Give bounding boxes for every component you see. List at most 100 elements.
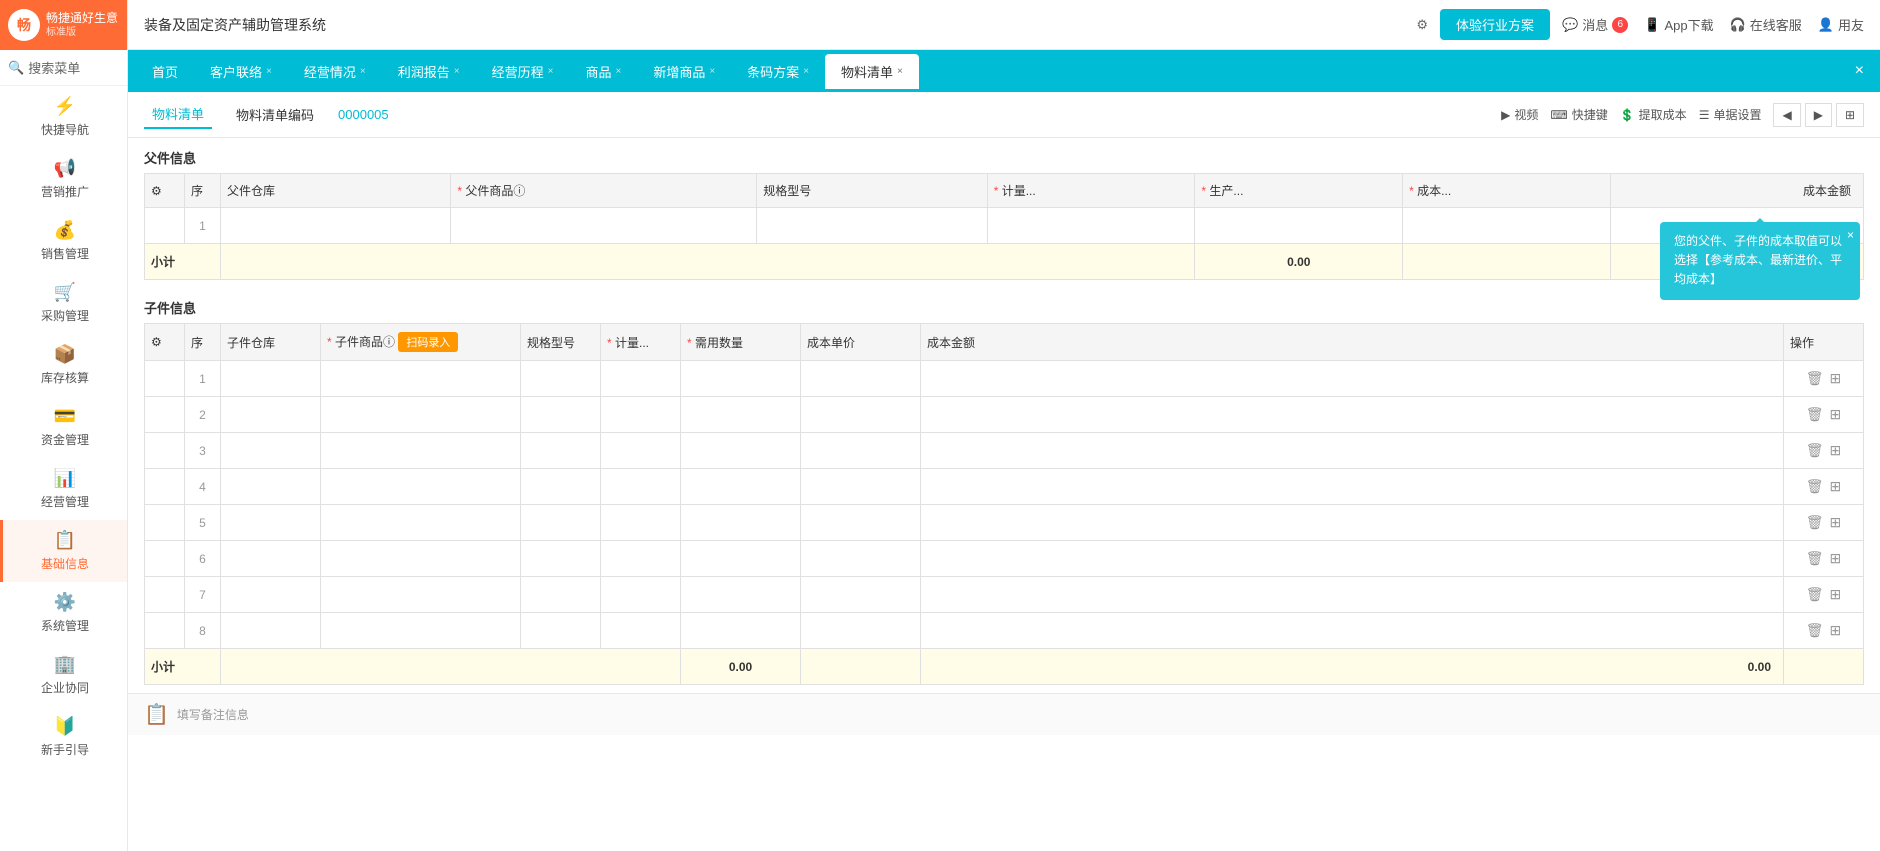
close-icon[interactable]: ×: [360, 66, 366, 77]
child-row1-warehouse[interactable]: [221, 361, 321, 397]
child-row6-goods[interactable]: [321, 541, 521, 577]
child-row6-warehouse[interactable]: [221, 541, 321, 577]
child-row6-spec[interactable]: [521, 541, 601, 577]
child-row4-unit[interactable]: [601, 469, 681, 505]
child-row3-warehouse[interactable]: [221, 433, 321, 469]
copy-icon[interactable]: ⊞: [1830, 622, 1842, 639]
tab-barcode[interactable]: 条码方案 ×: [731, 54, 825, 89]
tab-goods[interactable]: 商品 ×: [569, 54, 637, 89]
doc-settings-action[interactable]: ☰ 单据设置: [1699, 106, 1762, 123]
child-row5-spec[interactable]: [521, 505, 601, 541]
child-row8-unit-cost[interactable]: [801, 613, 921, 649]
delete-icon[interactable]: 🗑: [1806, 406, 1824, 423]
settings-icon[interactable]: ⚙: [1416, 17, 1428, 33]
delete-icon[interactable]: 🗑: [1806, 586, 1824, 603]
parent-row1-spec[interactable]: [757, 208, 987, 244]
sidebar-item-sales[interactable]: 💰 销售管理: [0, 210, 127, 272]
close-icon[interactable]: ×: [709, 66, 715, 77]
tab-history[interactable]: 经营历程 ×: [476, 54, 570, 89]
tooltip-close-btn[interactable]: ×: [1847, 226, 1854, 245]
copy-icon[interactable]: ⊞: [1830, 442, 1842, 459]
sidebar-item-finance[interactable]: 💳 资金管理: [0, 396, 127, 458]
copy-icon[interactable]: ⊞: [1830, 406, 1842, 423]
delete-icon[interactable]: 🗑: [1806, 514, 1824, 531]
child-row3-spec[interactable]: [521, 433, 601, 469]
child-row2-need-qty[interactable]: [681, 397, 801, 433]
tab-new-goods[interactable]: 新增商品 ×: [637, 54, 731, 89]
copy-icon[interactable]: ⊞: [1830, 478, 1842, 495]
child-row4-spec[interactable]: [521, 469, 601, 505]
app-download-action[interactable]: 📱 App下载: [1644, 15, 1713, 34]
child-row7-unit[interactable]: [601, 577, 681, 613]
delete-icon[interactable]: 🗑: [1806, 622, 1824, 639]
close-all-tabs[interactable]: ×: [1847, 62, 1872, 80]
parent-col-settings[interactable]: ⚙: [145, 174, 185, 208]
sidebar-item-purchase[interactable]: 🛒 采购管理: [0, 272, 127, 334]
child-row2-warehouse[interactable]: [221, 397, 321, 433]
child-row8-unit[interactable]: [601, 613, 681, 649]
tab-home[interactable]: 首页: [136, 54, 194, 89]
extract-cost-action[interactable]: 💲 提取成本: [1620, 106, 1687, 123]
delete-icon[interactable]: 🗑: [1806, 550, 1824, 567]
child-row1-need-qty[interactable]: [681, 361, 801, 397]
delete-icon[interactable]: 🗑: [1806, 370, 1824, 387]
sidebar-item-operations[interactable]: 📊 经营管理: [0, 458, 127, 520]
child-row7-unit-cost[interactable]: [801, 577, 921, 613]
messages-action[interactable]: 💬 消息 6: [1562, 15, 1628, 34]
tab-profit[interactable]: 利润报告 ×: [382, 54, 476, 89]
child-row5-warehouse[interactable]: [221, 505, 321, 541]
copy-icon[interactable]: ⊞: [1830, 370, 1842, 387]
child-row5-unit[interactable]: [601, 505, 681, 541]
close-icon[interactable]: ×: [897, 66, 903, 77]
close-icon[interactable]: ×: [548, 66, 554, 77]
sub-nav-code-label[interactable]: 物料清单编码: [228, 101, 322, 128]
child-row1-spec[interactable]: [521, 361, 601, 397]
child-row6-unit-cost[interactable]: [801, 541, 921, 577]
parent-row1-goods[interactable]: [451, 208, 757, 244]
delete-icon[interactable]: 🗑: [1806, 478, 1824, 495]
child-row8-need-qty[interactable]: [681, 613, 801, 649]
close-icon[interactable]: ×: [454, 66, 460, 77]
child-row2-goods[interactable]: [321, 397, 521, 433]
child-row6-unit[interactable]: [601, 541, 681, 577]
close-icon[interactable]: ×: [266, 66, 272, 77]
child-row4-need-qty[interactable]: [681, 469, 801, 505]
child-row2-spec[interactable]: [521, 397, 601, 433]
child-row3-goods[interactable]: [321, 433, 521, 469]
shortcut-action[interactable]: ⌨ 快捷键: [1550, 106, 1607, 123]
copy-icon[interactable]: ⊞: [1830, 586, 1842, 603]
parent-row1-produce[interactable]: [1195, 208, 1403, 244]
child-row8-goods[interactable]: [321, 613, 521, 649]
scan-input-btn[interactable]: 扫码录入: [398, 332, 458, 352]
child-row4-unit-cost[interactable]: [801, 469, 921, 505]
search-menu[interactable]: 🔍 搜索菜单: [0, 50, 127, 86]
delete-icon[interactable]: 🗑: [1806, 442, 1824, 459]
parent-row1-warehouse[interactable]: [221, 208, 451, 244]
grid-view-btn[interactable]: ⊞: [1836, 103, 1864, 127]
sidebar-item-quick-nav[interactable]: ⚡ 快捷导航: [0, 86, 127, 148]
child-row3-unit-cost[interactable]: [801, 433, 921, 469]
copy-icon[interactable]: ⊞: [1830, 550, 1842, 567]
close-icon[interactable]: ×: [803, 66, 809, 77]
sidebar-item-enterprise[interactable]: 🏢 企业协同: [0, 644, 127, 706]
child-row8-warehouse[interactable]: [221, 613, 321, 649]
child-row7-warehouse[interactable]: [221, 577, 321, 613]
child-row3-unit[interactable]: [601, 433, 681, 469]
sidebar-item-system[interactable]: ⚙️ 系统管理: [0, 582, 127, 644]
child-row6-need-qty[interactable]: [681, 541, 801, 577]
child-row7-goods[interactable]: [321, 577, 521, 613]
child-row5-need-qty[interactable]: [681, 505, 801, 541]
parent-row1-cost[interactable]: [1403, 208, 1611, 244]
child-row7-spec[interactable]: [521, 577, 601, 613]
child-row4-goods[interactable]: [321, 469, 521, 505]
child-row1-unit-cost[interactable]: [801, 361, 921, 397]
video-action[interactable]: ▶ 视频: [1501, 106, 1538, 123]
child-row4-warehouse[interactable]: [221, 469, 321, 505]
user-action[interactable]: 👤 用友: [1818, 15, 1864, 34]
online-service-action[interactable]: 🎧 在线客服: [1730, 15, 1802, 34]
next-page-btn[interactable]: ▶: [1805, 103, 1832, 127]
copy-icon[interactable]: ⊞: [1830, 514, 1842, 531]
child-row5-goods[interactable]: [321, 505, 521, 541]
sidebar-item-basic-info[interactable]: 📋 基础信息: [0, 520, 127, 582]
child-row3-need-qty[interactable]: [681, 433, 801, 469]
